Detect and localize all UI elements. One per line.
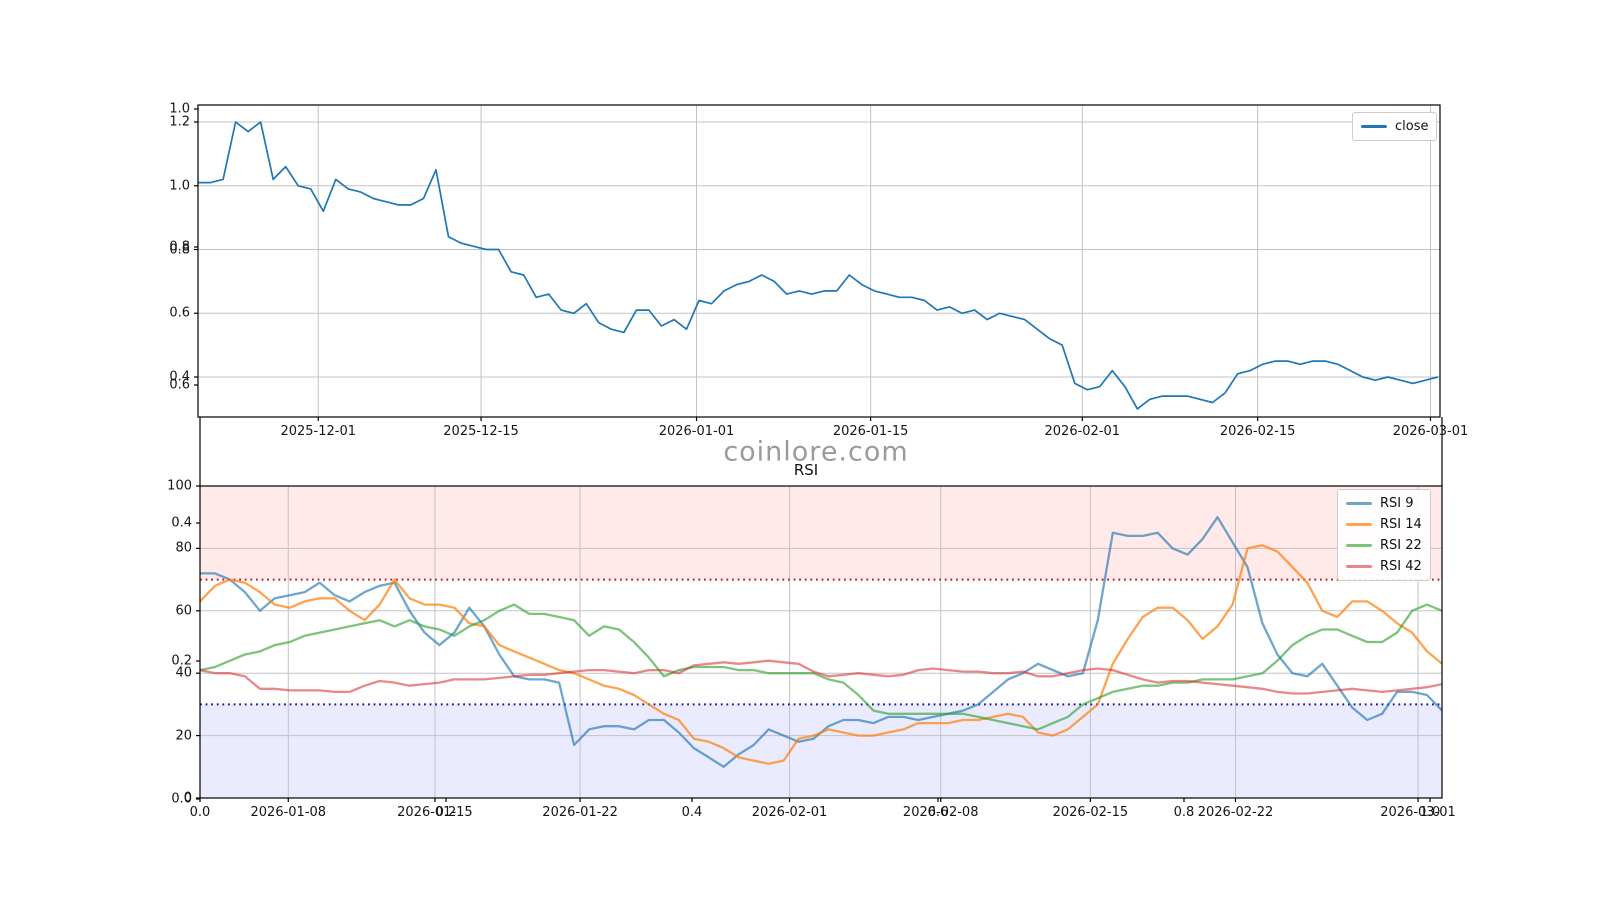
legend-entry: RSI 14 (1346, 514, 1422, 535)
phantom-y-tick-label: 0.6 (169, 377, 190, 393)
price-axes-frame (197, 104, 1441, 418)
phantom-x-tick-label: 0.6 (927, 805, 949, 820)
price-y-tick-label: 0.6 (169, 305, 190, 321)
rsi-legend: RSI 9 RSI 14 RSI 22 RSI 42 (1337, 489, 1431, 581)
rsi-oversold-band (200, 704, 1442, 798)
legend-line-swatch (1346, 523, 1372, 526)
legend-label: RSI 42 (1380, 559, 1422, 574)
price-x-tick-label: 2026-01-15 (832, 424, 909, 439)
rsi-x-tick-label: 2026-01-08 (250, 805, 327, 820)
close-line (198, 121, 1439, 410)
phantom-x-tick-label: 0.2 (435, 805, 457, 820)
legend-label: RSI 9 (1380, 496, 1414, 511)
phantom-x-tick-label: 1.0 (1419, 805, 1441, 820)
price-x-tick-label: 2025-12-01 (280, 424, 357, 439)
price-y-tick-label: 1.2 (169, 114, 190, 130)
legend-label: RSI 22 (1380, 538, 1422, 553)
rsi-y-tick-label: 20 (175, 728, 192, 744)
legend-line-swatch (1346, 502, 1372, 505)
legend-line-swatch (1346, 544, 1372, 547)
rsi-overbought-band (200, 486, 1442, 580)
phantom-x-tick-label: 0.8 (1173, 805, 1195, 820)
phantom-y-tick-label: 0.2 (171, 653, 192, 669)
rsi-x-tick-label: 2026-02-01 (751, 805, 828, 820)
rsi-x-tick-label: 2026-02-22 (1197, 805, 1274, 820)
rsi-title: RSI (793, 461, 819, 479)
rsi-x-tick-label: 2026-03-01 (1380, 805, 1456, 820)
rsi-y-tick-label: 80 (175, 540, 192, 556)
price-x-tick-label: 2026-03-01 (1392, 424, 1469, 439)
price-x-tick-label: 2025-12-15 (443, 424, 519, 439)
legend-line-swatch (1361, 125, 1387, 128)
phantom-y-tick-label: 0.4 (171, 515, 192, 531)
legend-entry: RSI 22 (1346, 535, 1422, 556)
price-y-tick-label: 1.0 (169, 178, 190, 194)
rsi-x-tick-label: 2026-01-22 (542, 805, 618, 820)
rsi-y-tick-label: 60 (175, 603, 192, 619)
price-legend: close (1352, 112, 1438, 141)
price-x-tick-label: 2026-02-15 (1219, 424, 1296, 439)
price-x-tick-label: 2026-02-01 (1044, 424, 1121, 439)
legend-entry: RSI 9 (1346, 493, 1422, 514)
legend-label: RSI 14 (1380, 517, 1422, 532)
rsi-y-tick-label: 100 (167, 478, 192, 494)
legend-line-swatch (1346, 565, 1372, 568)
legend-label: close (1395, 119, 1429, 134)
phantom-x-tick-label: 0.4 (681, 805, 703, 820)
price-x-tick-label: 2026-01-01 (658, 424, 735, 439)
phantom-x-tick-label: 0.0 (189, 805, 211, 820)
legend-entry: RSI 42 (1346, 556, 1422, 577)
rsi-x-tick-label: 2026-02-15 (1052, 805, 1129, 820)
phantom-y-tick-label: 1.0 (169, 101, 190, 117)
legend-entry: close (1361, 116, 1428, 137)
phantom-y-tick-label: 0.8 (169, 239, 190, 255)
figure: coinlore.com RSI close RSI 9 RSI 14 RSI 22… (0, 0, 1600, 900)
